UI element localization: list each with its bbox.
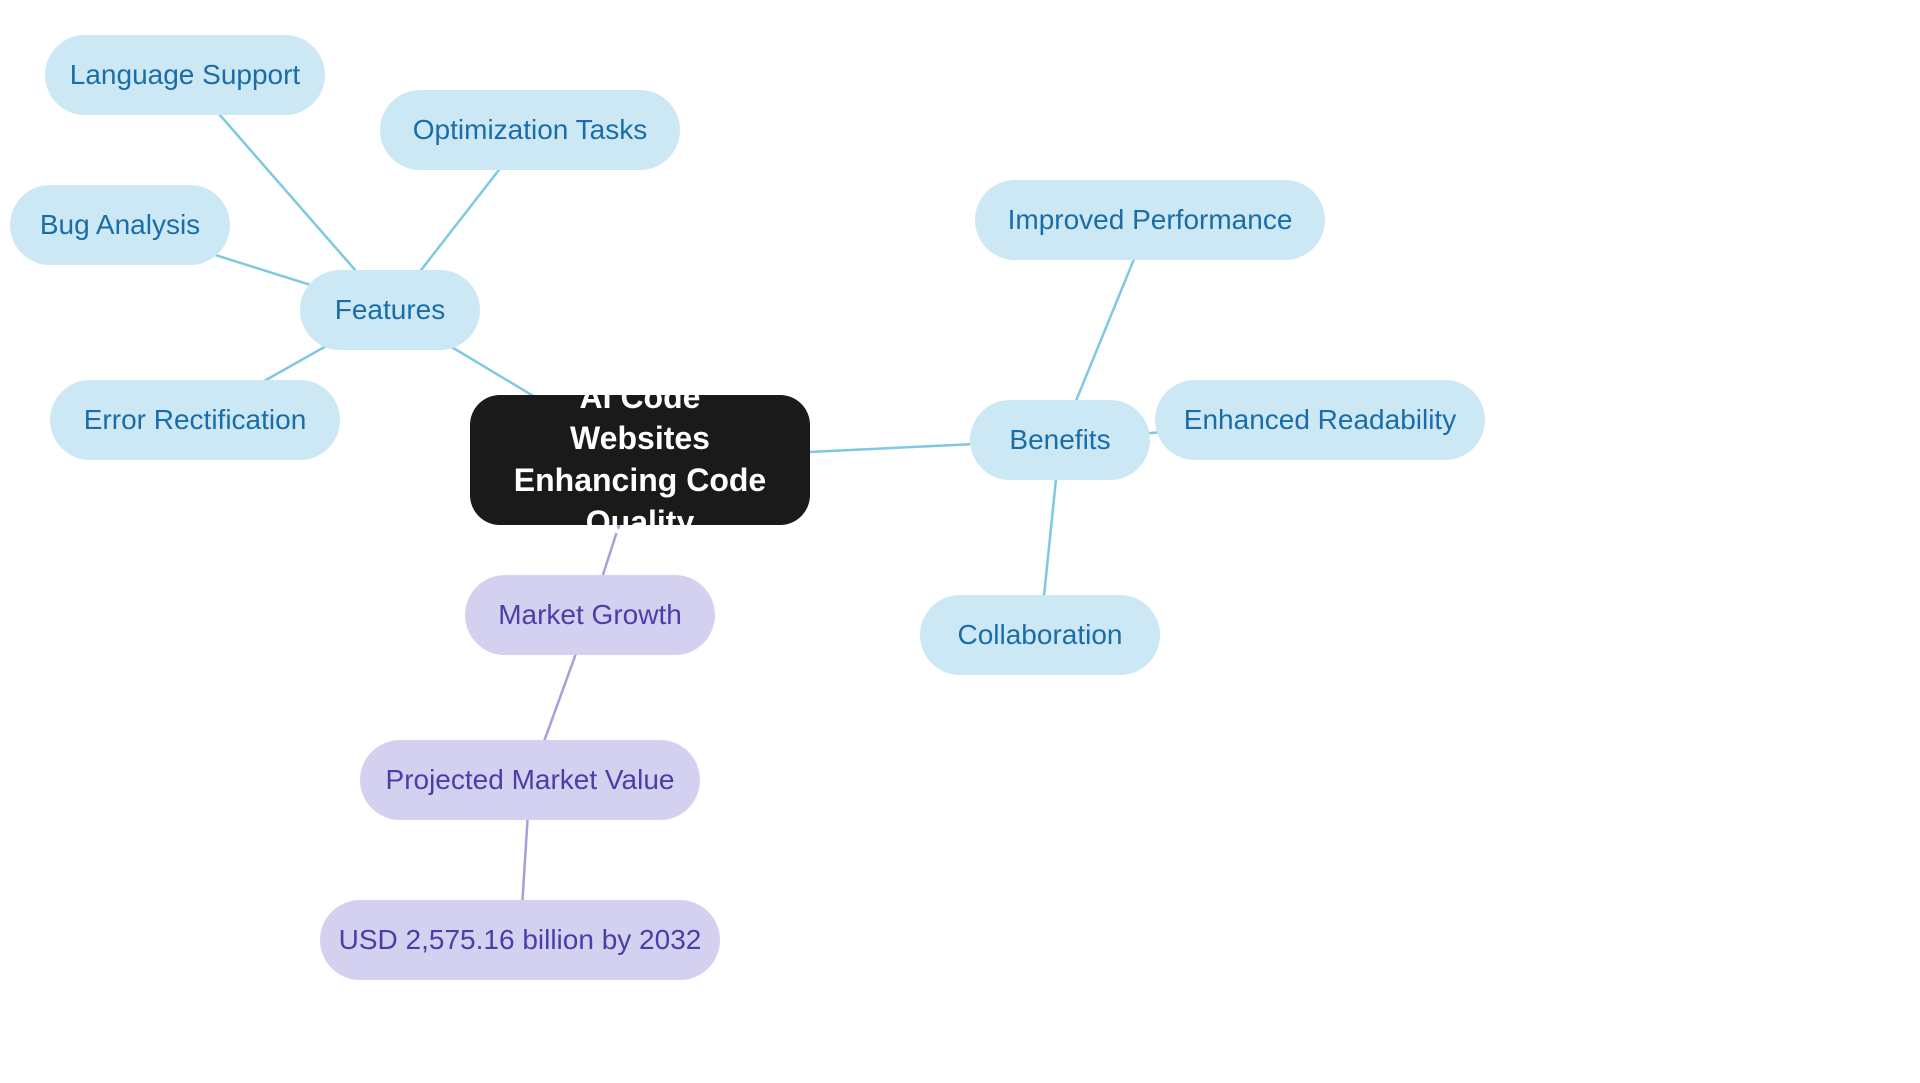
features-node: Features xyxy=(300,270,480,350)
optimization-tasks-node: Optimization Tasks xyxy=(380,90,680,170)
bug-analysis-node: Bug Analysis xyxy=(10,185,230,265)
error-rectification-node: Error Rectification xyxy=(50,380,340,460)
market-growth-node: Market Growth xyxy=(465,575,715,655)
projected-market-value-node: Projected Market Value xyxy=(360,740,700,820)
enhanced-readability-node: Enhanced Readability xyxy=(1155,380,1485,460)
benefits-node: Benefits xyxy=(970,400,1150,480)
collaboration-node: Collaboration xyxy=(920,595,1160,675)
center-node: AI Code Websites Enhancing Code Quality xyxy=(470,395,810,525)
improved-performance-node: Improved Performance xyxy=(975,180,1325,260)
language-support-node: Language Support xyxy=(45,35,325,115)
usd-value-node: USD 2,575.16 billion by 2032 xyxy=(320,900,720,980)
